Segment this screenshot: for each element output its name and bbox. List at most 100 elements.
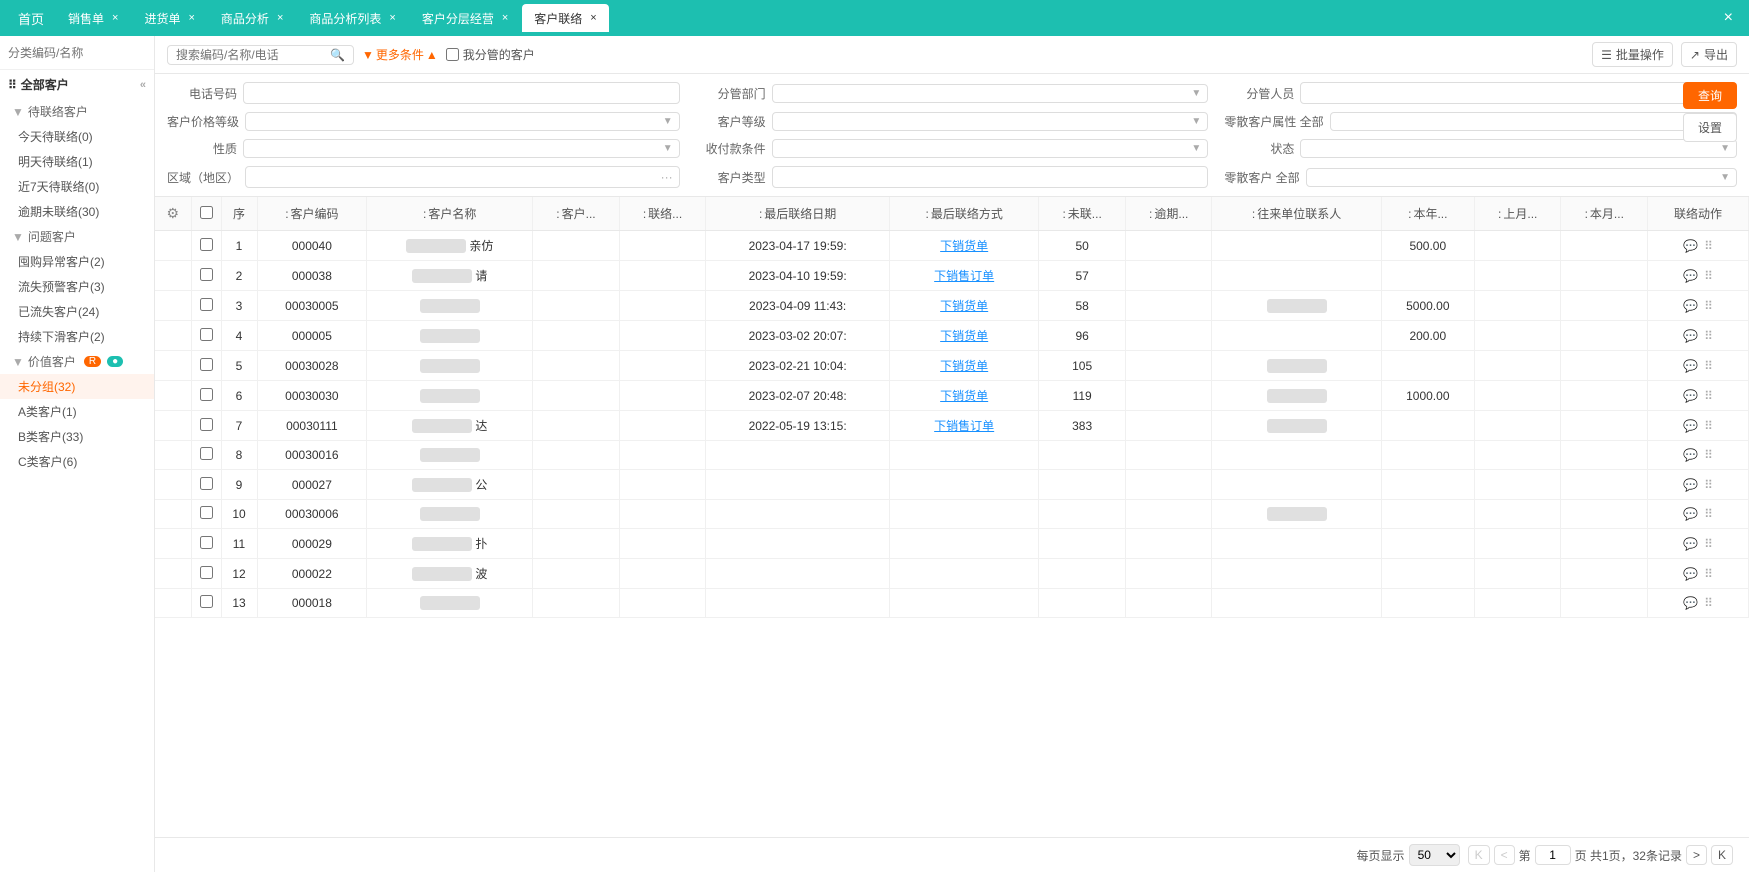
window-close[interactable]: ×	[1716, 9, 1741, 27]
close-tab-product-analysis-list[interactable]: ×	[389, 12, 395, 24]
row-checkbox-6[interactable]	[200, 418, 213, 431]
grid-action-icon[interactable]: ⠿	[1704, 389, 1713, 403]
last-method-link[interactable]: 下销货单	[940, 299, 988, 313]
grid-action-icon[interactable]: ⠿	[1704, 269, 1713, 283]
reset-button[interactable]: 设置	[1683, 113, 1737, 142]
sidebar-item-a-type[interactable]: A类客户(1)	[0, 399, 154, 424]
filter-select-price-level[interactable]: ▼	[245, 112, 680, 131]
close-tab-sales[interactable]: ×	[112, 12, 118, 24]
sidebar-item-7day-contact[interactable]: 近7天待联络(0)	[0, 174, 154, 199]
nav-next-btn[interactable]: >	[1686, 845, 1707, 865]
row-checkbox-12[interactable]	[200, 595, 213, 608]
row-checkbox-5[interactable]	[200, 388, 213, 401]
settings-gear-icon[interactable]: ⚙	[166, 205, 179, 222]
chat-icon[interactable]: 💬	[1683, 389, 1698, 403]
row-checkbox-10[interactable]	[200, 536, 213, 549]
chat-icon[interactable]: 💬	[1683, 329, 1698, 343]
grid-action-icon[interactable]: ⠿	[1704, 567, 1713, 581]
row-checkbox-4[interactable]	[200, 358, 213, 371]
filter-more-btn[interactable]: ▼ 更多条件 ▲	[362, 46, 438, 63]
sidebar-item-c-type[interactable]: C类客户(6)	[0, 449, 154, 474]
sidebar-value-customers[interactable]: ▼ 价值客户 R ●	[0, 349, 154, 374]
chat-icon[interactable]: 💬	[1683, 507, 1698, 521]
row-checkbox-8[interactable]	[200, 477, 213, 490]
sidebar-problem-customers[interactable]: ▼ 问题客户	[0, 224, 154, 249]
filter-select-nature[interactable]: ▼	[243, 139, 680, 158]
chat-icon[interactable]: 💬	[1683, 478, 1698, 492]
close-tab-customer-segment[interactable]: ×	[502, 12, 508, 24]
filter-select-region[interactable]: ···	[245, 166, 680, 188]
tab-product-analysis[interactable]: 商品分析 ×	[209, 4, 295, 32]
row-checkbox-0[interactable]	[200, 238, 213, 251]
row-checkbox-7[interactable]	[200, 447, 213, 460]
chat-icon[interactable]: 💬	[1683, 537, 1698, 551]
row-checkbox-3[interactable]	[200, 328, 213, 341]
chat-icon[interactable]: 💬	[1683, 419, 1698, 433]
sidebar-item-ungroup[interactable]: 未分组(32)	[0, 374, 154, 399]
grid-action-icon[interactable]: ⠿	[1704, 299, 1713, 313]
sidebar-item-overdue-contact[interactable]: 逾期未联络(30)	[0, 199, 154, 224]
tab-customer-segment[interactable]: 客户分层经营 ×	[410, 4, 520, 32]
filter-search-icon[interactable]: 🔍	[330, 48, 345, 62]
grid-action-icon[interactable]: ⠿	[1704, 419, 1713, 433]
chat-icon[interactable]: 💬	[1683, 448, 1698, 462]
nav-home[interactable]: 首页	[8, 9, 54, 28]
last-method-link[interactable]: 下销货单	[940, 329, 988, 343]
last-method-link[interactable]: 下销货单	[940, 389, 988, 403]
export-btn[interactable]: ↗ 导出	[1681, 42, 1737, 67]
nav-last-btn[interactable]: K	[1711, 845, 1733, 865]
sidebar-item-churned[interactable]: 已流失客户(24)	[0, 299, 154, 324]
select-all-checkbox[interactable]	[200, 206, 213, 219]
sidebar-item-b-type[interactable]: B类客户(33)	[0, 424, 154, 449]
chat-icon[interactable]: 💬	[1683, 269, 1698, 283]
filter-select-customer-level[interactable]: ▼	[772, 112, 1209, 131]
sidebar-item-today-contact[interactable]: 今天待联络(0)	[0, 124, 154, 149]
my-customers-check[interactable]	[446, 48, 459, 61]
row-checkbox-9[interactable]	[200, 506, 213, 519]
nav-prev-btn[interactable]: <	[1494, 845, 1515, 865]
grid-action-icon[interactable]: ⠿	[1704, 448, 1713, 462]
chat-icon[interactable]: 💬	[1683, 299, 1698, 313]
filter-input-phone[interactable]	[243, 82, 680, 104]
close-tab-product-analysis[interactable]: ×	[277, 12, 283, 24]
filter-select-manager[interactable]: ···	[1300, 82, 1737, 104]
last-method-link[interactable]: 下销售订单	[934, 269, 994, 283]
chat-icon[interactable]: 💬	[1683, 596, 1698, 610]
grid-action-icon[interactable]: ⠿	[1704, 239, 1713, 253]
chat-icon[interactable]: 💬	[1683, 239, 1698, 253]
tab-customer-contact[interactable]: 客户联络 ×	[522, 4, 608, 32]
grid-action-icon[interactable]: ⠿	[1704, 329, 1713, 343]
filter-select-payment[interactable]: ▼	[772, 139, 1209, 158]
chat-icon[interactable]: 💬	[1683, 359, 1698, 373]
tab-product-analysis-list[interactable]: 商品分析列表 ×	[297, 4, 407, 32]
sidebar-pending-contact[interactable]: ▼ 待联络客户	[0, 99, 154, 124]
page-input[interactable]	[1535, 845, 1571, 865]
filter-select-sparse-attr[interactable]: ▼	[1330, 112, 1737, 131]
tab-sales[interactable]: 销售单 ×	[56, 4, 130, 32]
sidebar-all-customers[interactable]: ⠿ 全部客户 «	[0, 70, 154, 99]
row-checkbox-1[interactable]	[200, 268, 213, 281]
grid-action-icon[interactable]: ⠿	[1704, 507, 1713, 521]
filter-input-customer-type[interactable]	[772, 166, 1209, 188]
sidebar-item-churn-warning[interactable]: 流失预警客户(3)	[0, 274, 154, 299]
row-checkbox-2[interactable]	[200, 298, 213, 311]
chat-icon[interactable]: 💬	[1683, 567, 1698, 581]
grid-action-icon[interactable]: ⠿	[1704, 537, 1713, 551]
row-checkbox-11[interactable]	[200, 566, 213, 579]
sidebar-search-input[interactable]	[8, 46, 155, 60]
query-button[interactable]: 查询	[1683, 82, 1737, 109]
filter-select-sparse[interactable]: ▼	[1306, 168, 1737, 187]
filter-search-input[interactable]	[176, 48, 326, 62]
my-customers-checkbox[interactable]: 我分管的客户	[446, 46, 535, 63]
nav-first-btn[interactable]: K	[1468, 845, 1490, 865]
grid-action-icon[interactable]: ⠿	[1704, 478, 1713, 492]
close-tab-purchase[interactable]: ×	[188, 12, 194, 24]
sidebar-item-declining[interactable]: 持续下滑客户(2)	[0, 324, 154, 349]
last-method-link[interactable]: 下销货单	[940, 239, 988, 253]
batch-op-btn[interactable]: ☰ 批量操作	[1592, 42, 1673, 67]
grid-action-icon[interactable]: ⠿	[1704, 359, 1713, 373]
last-method-link[interactable]: 下销货单	[940, 359, 988, 373]
sidebar-item-tomorrow-contact[interactable]: 明天待联络(1)	[0, 149, 154, 174]
close-tab-customer-contact[interactable]: ×	[590, 12, 596, 24]
filter-select-dept[interactable]: ▼	[772, 84, 1209, 103]
